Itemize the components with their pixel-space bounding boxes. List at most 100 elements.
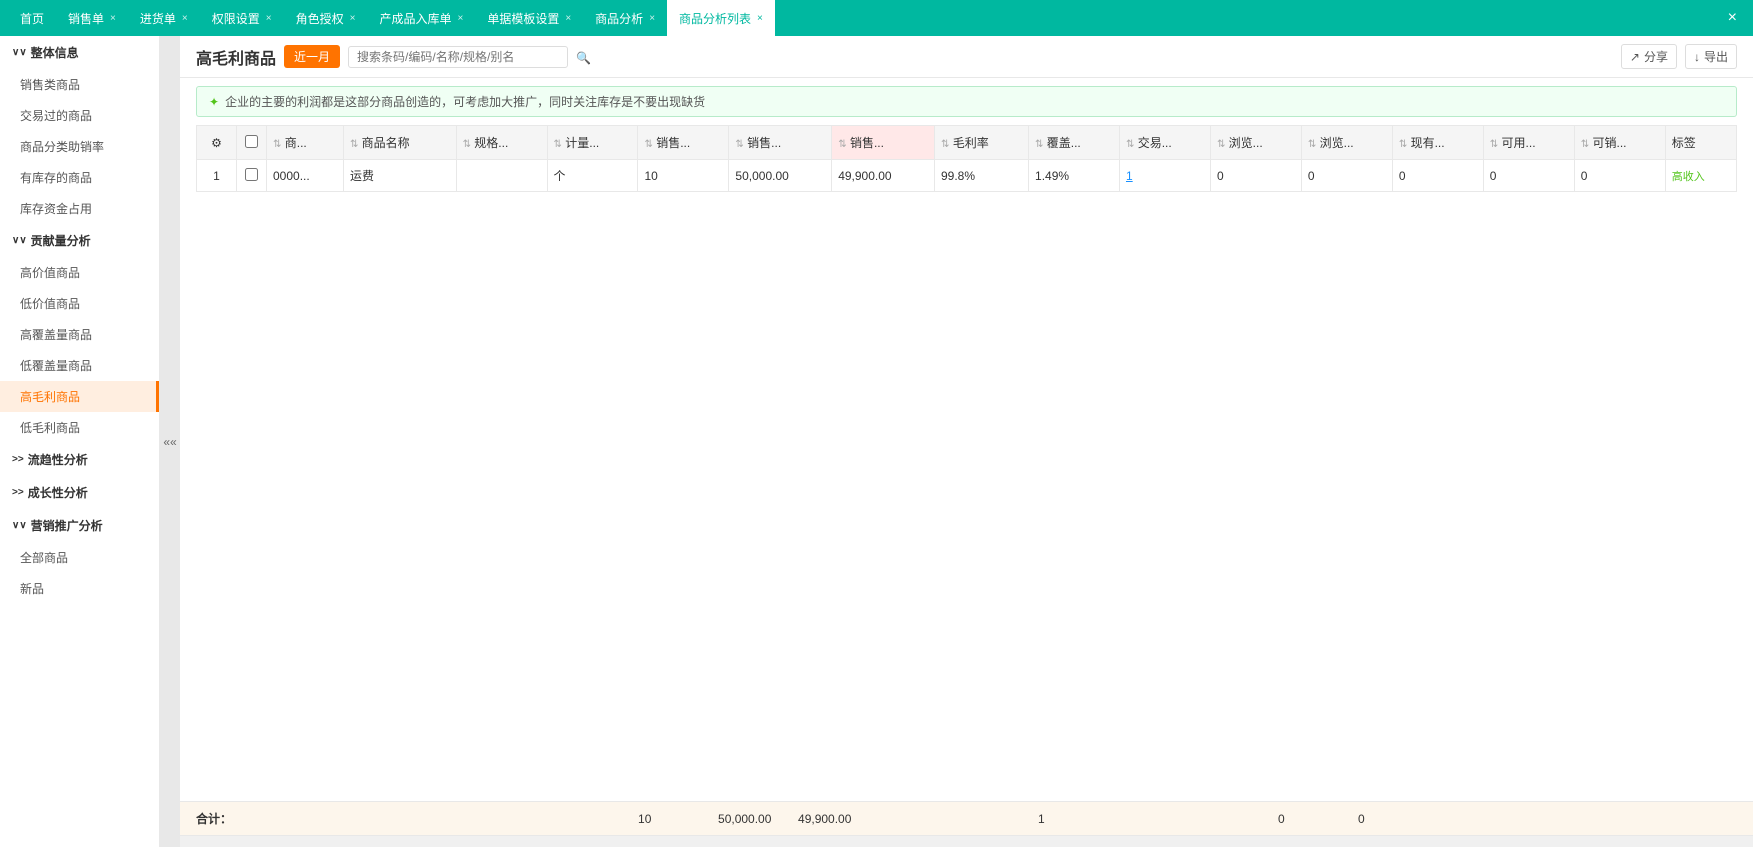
sort-icon: ⇅ — [1035, 139, 1043, 150]
sidebar-group-overall[interactable]: ∨ 整体信息 — [0, 36, 159, 69]
col-header-spec[interactable]: ⇅ 规格... — [456, 126, 547, 160]
row-select-checkbox[interactable] — [245, 168, 258, 181]
footer-amount-val: 50,000.00 — [712, 812, 792, 826]
col-header-sales-cost[interactable]: ⇅ 销售... — [832, 126, 935, 160]
sort-icon: ⇅ — [1581, 139, 1589, 150]
info-bar: ✦ 企业的主要的利润都是这部分商品创造的，可考虑加大推广，同时关注库存是不要出现… — [196, 86, 1737, 117]
row-name: 运费 — [343, 160, 456, 192]
sidebar-item-high-margin[interactable]: 高毛利商品 — [0, 381, 159, 412]
sidebar-item-in-stock[interactable]: 有库存的商品 — [0, 162, 159, 193]
close-icon[interactable]: × — [266, 13, 272, 24]
sidebar-item-low-coverage[interactable]: 低覆盖量商品 — [0, 350, 159, 381]
expand-icon: ∨ — [12, 235, 27, 246]
nav-tab-purchase[interactable]: 进货单 × — [128, 0, 200, 36]
sidebar-item-stock-capital[interactable]: 库存资金占用 — [0, 193, 159, 224]
page-title: 高毛利商品 — [196, 45, 276, 69]
col-header-browse1[interactable]: ⇅ 浏览... — [1210, 126, 1301, 160]
col-header-unit[interactable]: ⇅ 计量... — [547, 126, 638, 160]
filter-month-button[interactable]: 近一月 — [284, 45, 340, 68]
sidebar-item-all-products[interactable]: 全部商品 — [0, 542, 159, 573]
row-trade: 1 — [1119, 160, 1210, 192]
trade-link[interactable]: 1 — [1126, 169, 1133, 183]
content-header: 高毛利商品 近一月 🔍 ↗ 分享 ↓ 导出 — [180, 36, 1753, 78]
sidebar-item-new-products[interactable]: 新品 — [0, 573, 159, 604]
nav-tab-home[interactable]: 首页 — [8, 0, 56, 36]
footer-sales-qty — [252, 812, 332, 826]
search-input[interactable] — [348, 46, 568, 68]
sidebar-collapse-button[interactable]: « — [160, 36, 180, 847]
col-header-gear[interactable]: ⚙ — [197, 126, 237, 160]
nav-tab-products-inbound[interactable]: 产成品入库单 × — [367, 0, 475, 36]
sidebar-item-low-margin[interactable]: 低毛利商品 — [0, 412, 159, 443]
select-all-checkbox[interactable] — [245, 135, 258, 148]
content-area: 高毛利商品 近一月 🔍 ↗ 分享 ↓ 导出 ✦ 企业的主要的利润都是这部分商品创… — [180, 36, 1753, 847]
close-icon[interactable]: × — [457, 13, 463, 24]
col-header-tag[interactable]: 标签 — [1665, 126, 1736, 160]
close-icon[interactable]: × — [350, 13, 356, 24]
search-button[interactable]: 🔍 — [576, 49, 591, 65]
sort-icon: ⇅ — [1490, 139, 1498, 150]
footer-spacer2 — [412, 812, 492, 826]
nav-tab-product-analysis-list[interactable]: 商品分析列表 × — [667, 0, 775, 36]
table-row: 1 0000... 运费 个 10 50,000.00 49,900.00 99… — [197, 160, 1737, 192]
nav-tab-template-settings[interactable]: 单据模板设置 × — [475, 0, 583, 36]
row-checkbox[interactable] — [237, 160, 267, 192]
sidebar-item-low-value[interactable]: 低价值商品 — [0, 288, 159, 319]
close-icon[interactable]: × — [757, 13, 763, 24]
close-icon[interactable]: × — [182, 13, 188, 24]
col-header-sales-amount[interactable]: ⇅ 销售... — [729, 126, 832, 160]
horizontal-scrollbar[interactable] — [180, 835, 1753, 847]
col-header-coverage[interactable]: ⇅ 覆盖... — [1029, 126, 1120, 160]
row-spec — [456, 160, 547, 192]
col-header-name[interactable]: ⇅ 商品名称 — [343, 126, 456, 160]
close-icon[interactable]: × — [649, 13, 655, 24]
export-button[interactable]: ↓ 导出 — [1685, 44, 1737, 69]
sort-icon: ⇅ — [554, 139, 562, 150]
sort-icon: ⇅ — [350, 139, 358, 150]
footer-available-val: 0 — [1352, 812, 1432, 826]
nav-tab-roles[interactable]: 角色授权 × — [284, 0, 368, 36]
export-icon: ↓ — [1694, 50, 1700, 64]
nav-tab-product-analysis[interactable]: 商品分析 × — [583, 0, 667, 36]
sort-icon: ⇅ — [941, 139, 949, 150]
collapse-icon: > — [12, 487, 24, 498]
row-unit: 个 — [547, 160, 638, 192]
row-sales-qty: 10 — [638, 160, 729, 192]
col-header-current[interactable]: ⇅ 现有... — [1392, 126, 1483, 160]
data-table: ⚙ ⇅ 商... ⇅ 商品名称 — [196, 125, 1737, 192]
nav-tab-permissions[interactable]: 权限设置 × — [200, 0, 284, 36]
col-header-trade[interactable]: ⇅ 交易... — [1119, 126, 1210, 160]
sidebar-item-sales-products[interactable]: 销售类商品 — [0, 69, 159, 100]
col-header-sales-qty[interactable]: ⇅ 销售... — [638, 126, 729, 160]
search-icon: 🔍 — [576, 51, 591, 65]
sidebar-item-traded-products[interactable]: 交易过的商品 — [0, 100, 159, 131]
row-saleable: 0 — [1574, 160, 1665, 192]
window-close-button[interactable]: × — [1720, 9, 1745, 27]
sidebar-group-contribution[interactable]: ∨ 贡献量分析 — [0, 224, 159, 257]
footer-values: 10 50,000.00 49,900.00 1 0 0 — [252, 812, 1737, 826]
footer-trade-val: 1 — [1032, 812, 1112, 826]
col-header-code[interactable]: ⇅ 商... — [267, 126, 344, 160]
sort-icon: ⇅ — [1217, 139, 1225, 150]
sidebar-item-high-value[interactable]: 高价值商品 — [0, 257, 159, 288]
sidebar-group-growth[interactable]: > 成长性分析 — [0, 476, 159, 509]
share-button[interactable]: ↗ 分享 — [1621, 44, 1677, 69]
close-icon[interactable]: × — [565, 13, 571, 24]
sidebar-item-high-coverage[interactable]: 高覆盖量商品 — [0, 319, 159, 350]
col-header-saleable[interactable]: ⇅ 可销... — [1574, 126, 1665, 160]
nav-tab-sales[interactable]: 销售单 × — [56, 0, 128, 36]
col-header-available[interactable]: ⇅ 可用... — [1483, 126, 1574, 160]
sidebar-item-category-rate[interactable]: 商品分类助销率 — [0, 131, 159, 162]
col-header-browse2[interactable]: ⇅ 浏览... — [1301, 126, 1392, 160]
col-header-gross-rate[interactable]: ⇅ 毛利率 — [934, 126, 1028, 160]
row-coverage: 1.49% — [1029, 160, 1120, 192]
sort-icon: ⇅ — [1308, 139, 1316, 150]
sidebar-group-trend[interactable]: > 流趋性分析 — [0, 443, 159, 476]
col-header-checkbox[interactable] — [237, 126, 267, 160]
info-icon: ✦ — [209, 95, 219, 109]
sidebar-group-marketing[interactable]: ∨ 营销推广分析 — [0, 509, 159, 542]
collapse-icon: > — [12, 454, 24, 465]
close-icon[interactable]: × — [110, 13, 116, 24]
footer-spacer4 — [572, 812, 632, 826]
footer-label: 合计： — [196, 810, 232, 827]
